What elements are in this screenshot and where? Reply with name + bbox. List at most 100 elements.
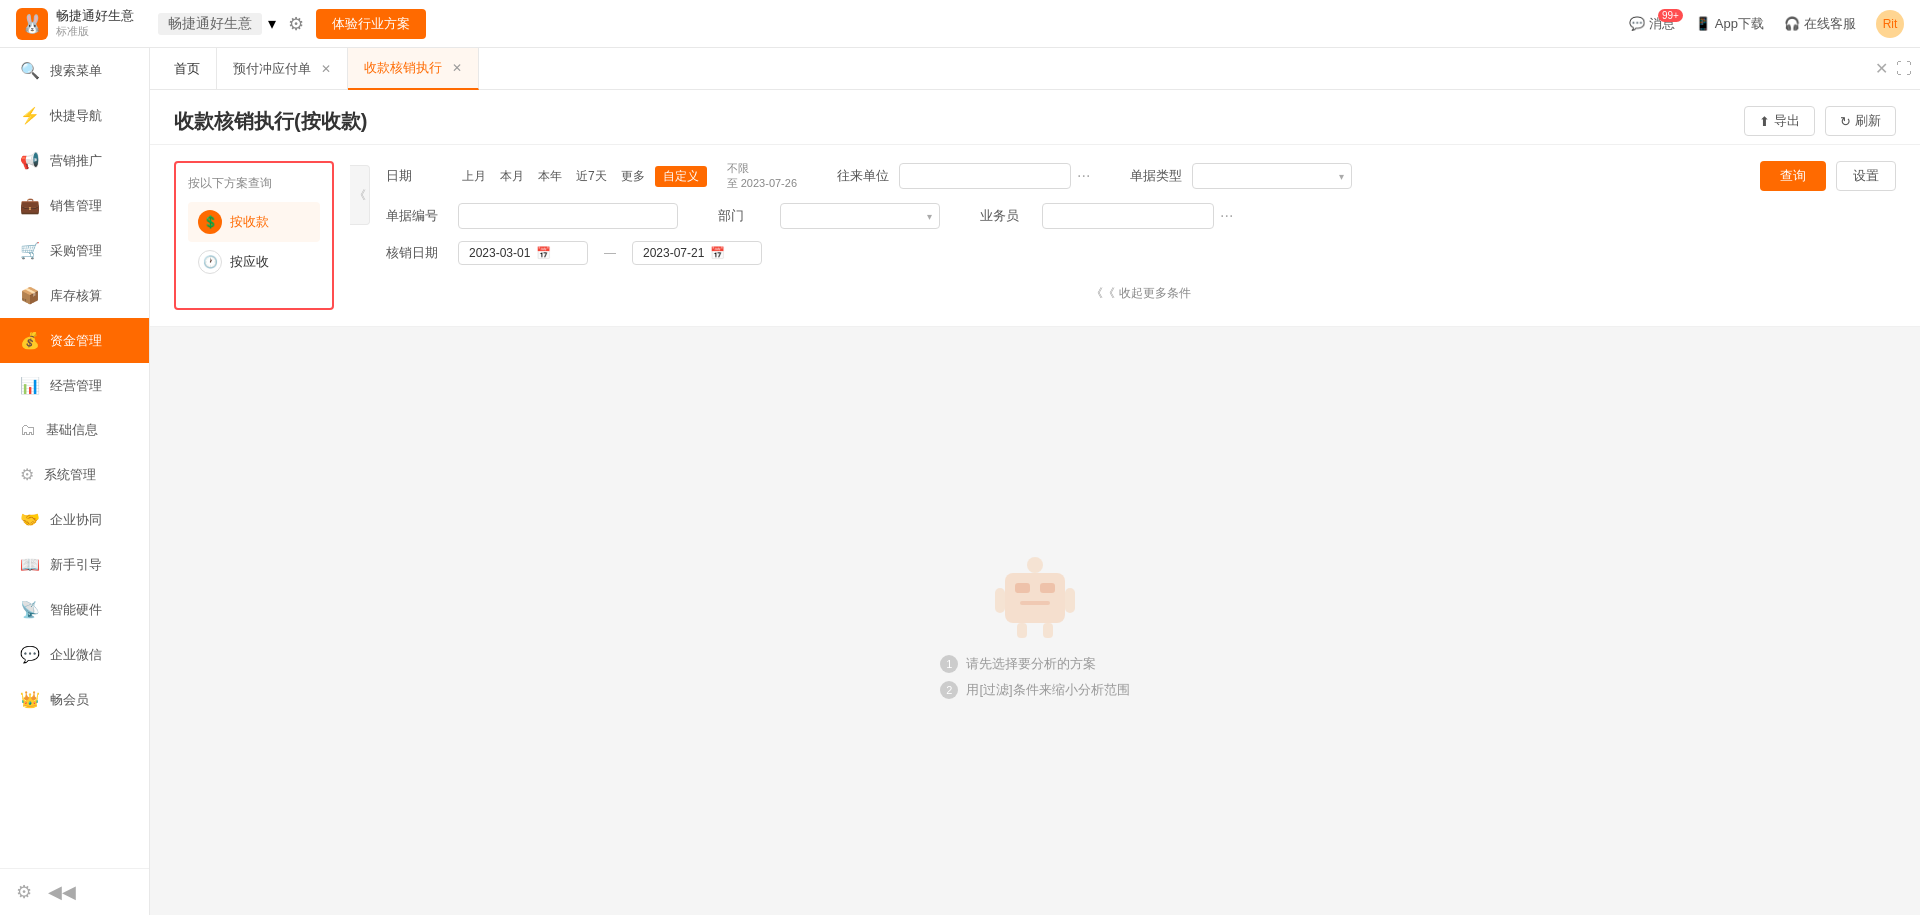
sidebar-item-member[interactable]: 👑 畅会员: [0, 677, 149, 722]
sidebar-item-inventory[interactable]: 📦 库存核算: [0, 273, 149, 318]
sidebar-nav: 🔍 搜索菜单 ⚡ 快捷导航 📢 营销推广 💼 销售管理 🛒 采购管理 📦 库存核…: [0, 48, 150, 915]
app-download-label: App下载: [1715, 15, 1764, 33]
sidebar-item-management[interactable]: 📊 经营管理: [0, 363, 149, 408]
sidebar-item-wecom[interactable]: 💬 企业微信: [0, 632, 149, 677]
filter-row-2: 单据编号 部门 业务员 ···: [386, 203, 1896, 229]
refresh-label: 刷新: [1855, 112, 1881, 130]
date-more[interactable]: 更多: [617, 166, 649, 187]
purchase-icon: 🛒: [20, 241, 40, 260]
filter-row-1: 日期 上月 本月 本年 近7天 更多 自定义 不限 至 2023-07-26: [386, 161, 1896, 191]
doc-num-label: 单据编号: [386, 207, 442, 225]
app-download-button[interactable]: 📱 App下载: [1695, 15, 1764, 33]
tab-home[interactable]: 首页: [158, 48, 217, 90]
settings-bottom-icon[interactable]: ⚙: [16, 881, 32, 903]
page-title: 收款核销执行(按收款): [174, 108, 367, 135]
sidebar-label: 搜索菜单: [50, 62, 102, 80]
customer-service-label: 在线客服: [1804, 15, 1856, 33]
svg-rect-7: [1043, 623, 1053, 638]
empty-tip-2: 2 用[过滤]条件来缩小分析范围: [940, 681, 1129, 699]
customer-service-button[interactable]: 🎧 在线客服: [1784, 15, 1856, 33]
svg-point-8: [1027, 557, 1043, 573]
salesperson-input[interactable]: [1042, 203, 1214, 229]
sidebar-item-sales[interactable]: 💼 销售管理: [0, 183, 149, 228]
guide-icon: 📖: [20, 555, 40, 574]
svg-rect-0: [1005, 573, 1065, 623]
date-last-7-days[interactable]: 近7天: [572, 166, 611, 187]
sidebar-item-purchase[interactable]: 🛒 采购管理: [0, 228, 149, 273]
dept-filter: 部门: [718, 203, 940, 229]
counterparty-more-icon[interactable]: ···: [1077, 167, 1090, 185]
member-icon: 👑: [20, 690, 40, 709]
filter-right: 日期 上月 本月 本年 近7天 更多 自定义 不限 至 2023-07-26: [386, 161, 1896, 310]
salesperson-more-icon[interactable]: ···: [1220, 207, 1233, 225]
date-custom[interactable]: 自定义: [655, 166, 707, 187]
sidebar-item-finance[interactable]: 💰 资金管理: [0, 318, 149, 363]
export-button[interactable]: ⬆ 导出: [1744, 106, 1815, 136]
settings-button[interactable]: 设置: [1836, 161, 1896, 191]
filter-option-by-receipt[interactable]: 💲 按收款: [188, 202, 320, 242]
tab-close-all-icon[interactable]: ✕: [1875, 59, 1888, 78]
date-this-month[interactable]: 本月: [496, 166, 528, 187]
verify-date-end-input[interactable]: 2023-07-21 📅: [632, 241, 762, 265]
content-area: 首页 预付冲应付单 ✕ 收款核销执行 ✕ ✕ ⛶ 收款核销执行(按收款) ⬆ 导…: [150, 48, 1920, 915]
doc-type-label: 单据类型: [1130, 167, 1186, 185]
app-selector[interactable]: 畅捷通好生意 ▾: [158, 13, 276, 35]
doc-type-select[interactable]: [1192, 163, 1352, 189]
date-last-month[interactable]: 上月: [458, 166, 490, 187]
tab-verify-close[interactable]: ✕: [452, 61, 462, 75]
tab-prepay-close[interactable]: ✕: [321, 62, 331, 76]
counterparty-filter: 往来单位 ···: [837, 163, 1090, 189]
gear-icon[interactable]: ⚙: [288, 13, 304, 35]
finance-icon: 💰: [20, 331, 40, 350]
collapse-sidebar-icon[interactable]: ◀◀: [48, 881, 76, 903]
sidebar-label: 经营管理: [50, 377, 102, 395]
tab-prepay[interactable]: 预付冲应付单 ✕: [217, 48, 348, 90]
dept-select[interactable]: [780, 203, 940, 229]
dept-select-wrapper: [780, 203, 940, 229]
message-button[interactable]: 💬 消息 99+: [1629, 15, 1675, 33]
export-icon: ⬆: [1759, 114, 1770, 129]
query-button[interactable]: 查询: [1760, 161, 1826, 191]
sidebar-item-system[interactable]: ⚙ 系统管理: [0, 452, 149, 497]
counterparty-input[interactable]: [899, 163, 1071, 189]
export-label: 导出: [1774, 112, 1800, 130]
sidebar-item-enterprise[interactable]: 🤝 企业协同: [0, 497, 149, 542]
doc-num-input[interactable]: [458, 203, 678, 229]
sidebar-item-search[interactable]: 🔍 搜索菜单: [0, 48, 149, 93]
hardware-icon: 📡: [20, 600, 40, 619]
sidebar-item-hardware[interactable]: 📡 智能硬件: [0, 587, 149, 632]
user-menu[interactable]: Rit: [1876, 10, 1904, 38]
sidebar-label: 销售管理: [50, 197, 102, 215]
svg-rect-2: [1040, 583, 1055, 593]
sales-icon: 💼: [20, 196, 40, 215]
filter-sidebar: 按以下方案查询 💲 按收款 🕐 按应收: [174, 161, 334, 310]
solution-button[interactable]: 体验行业方案: [316, 9, 426, 39]
tip-num-1: 1: [940, 655, 958, 673]
verify-date-start-input[interactable]: 2023-03-01 📅: [458, 241, 588, 265]
sidebar-item-guide[interactable]: 📖 新手引导: [0, 542, 149, 587]
refresh-button[interactable]: ↻ 刷新: [1825, 106, 1896, 136]
page-actions: ⬆ 导出 ↻ 刷新: [1744, 106, 1896, 136]
tab-verify[interactable]: 收款核销执行 ✕: [348, 48, 479, 90]
filter-row-3: 核销日期 2023-03-01 📅 — 2023-07-21 📅: [386, 241, 1896, 265]
date-shortcut-group: 上月 本月 本年 近7天 更多 自定义: [458, 166, 707, 187]
filter-area: 按以下方案查询 💲 按收款 🕐 按应收 《 日期 上月: [150, 145, 1920, 327]
salesperson-label: 业务员: [980, 207, 1036, 225]
sidebar-label: 营销推广: [50, 152, 102, 170]
sidebar-label: 基础信息: [46, 421, 98, 439]
sidebar-item-marketing[interactable]: 📢 营销推广: [0, 138, 149, 183]
tab-expand-icon[interactable]: ⛶: [1896, 60, 1912, 78]
sidebar-label: 新手引导: [50, 556, 102, 574]
filter-option-by-receivable[interactable]: 🕐 按应收: [188, 242, 320, 282]
sidebar-item-quicknav[interactable]: ⚡ 快捷导航: [0, 93, 149, 138]
message-icon: 💬: [1629, 16, 1645, 31]
date-this-year[interactable]: 本年: [534, 166, 566, 187]
collapse-more-button[interactable]: 《《 收起更多条件: [386, 277, 1896, 310]
download-icon: 📱: [1695, 16, 1711, 31]
filter-collapse-button[interactable]: 《: [350, 165, 370, 225]
sidebar-label: 畅会员: [50, 691, 89, 709]
sidebar-label: 库存核算: [50, 287, 102, 305]
logo-icon: 🐰: [16, 8, 48, 40]
sidebar-label: 企业微信: [50, 646, 102, 664]
sidebar-item-basic-info[interactable]: 🗂 基础信息: [0, 408, 149, 452]
